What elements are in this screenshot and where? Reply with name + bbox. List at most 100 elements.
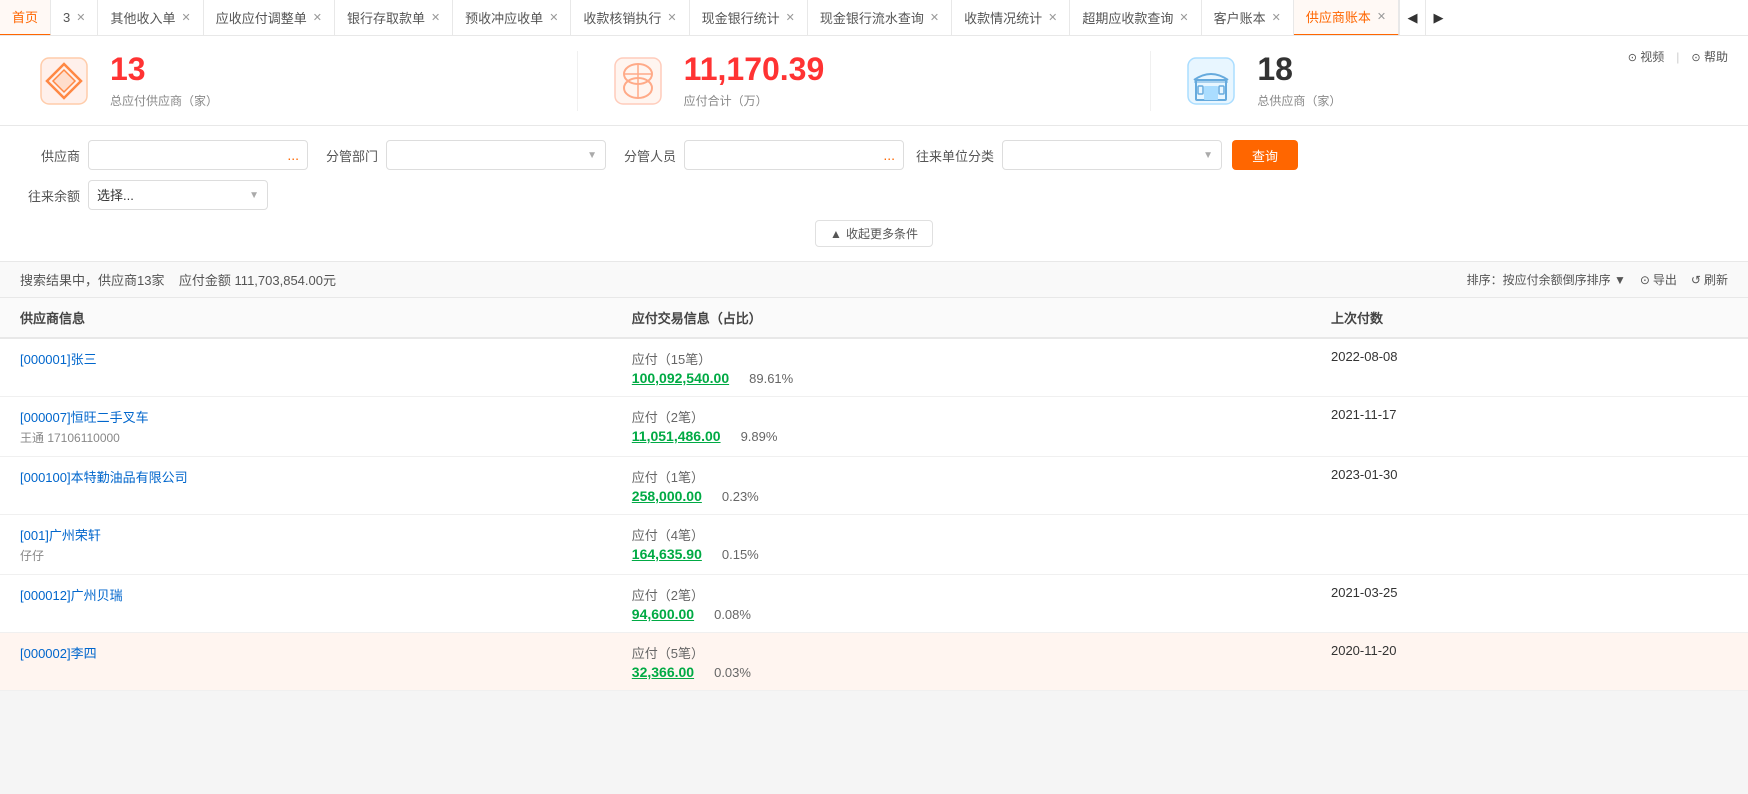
category-select-wrapper[interactable]: ▼ [1002,140,1222,170]
nav-tab-payable-adjust[interactable]: 应收应付调整单 ✕ [204,0,335,36]
nav-tab-payable-adjust-close[interactable]: ✕ [313,11,322,24]
supplier-link[interactable]: [001]广州荣轩 [20,528,101,543]
nav-tab-home-label: 首页 [12,7,38,26]
last-pay-date: 2021-03-25 [1331,585,1398,600]
video-link[interactable]: ⊙ 视频 [1628,48,1665,65]
supplier-input[interactable] [97,148,287,163]
payable-amount[interactable]: 164,635.90 [632,546,702,562]
nav-tab-advance-offset[interactable]: 预收冲应收单 ✕ [453,0,571,36]
nav-arrow-left[interactable]: ◀ [1399,0,1425,36]
query-button[interactable]: 查询 [1232,140,1298,170]
person-filter-label: 分管人员 [616,146,676,165]
nav-tab-collection-exec-label: 收款核销执行 [583,8,661,27]
nav-tab-cash-bank-flow-close[interactable]: ✕ [930,11,939,24]
supplier-link[interactable]: [000012]广州贝瑞 [20,588,123,603]
total-suppliers-label: 总供应商（家） [1257,92,1341,109]
nav-tab-bank-deposit-close[interactable]: ✕ [431,11,440,24]
supplier-filter-label: 供应商 [20,146,80,165]
nav-tab-cash-bank-stat-close[interactable]: ✕ [786,11,795,24]
nav-tab-collection-stat[interactable]: 收款情况统计 ✕ [952,0,1070,36]
category-select[interactable] [1011,148,1199,163]
sort-label: 排序：按应付余额倒序排序 ▼ [1467,271,1626,288]
table-row: [001]广州荣轩仔仔 应付（4笔） 164,635.90 0.15% [0,515,1748,575]
dept-select[interactable] [395,148,583,163]
balance-select-wrapper[interactable]: 选择... ▼ [88,180,268,210]
dept-dropdown-icon: ▼ [587,150,597,161]
summary-item-payable-suppliers: 13 总应付供应商（家） [24,51,578,111]
nav-tab-customer-account-close[interactable]: ✕ [1272,11,1281,24]
nav-tab-3-close[interactable]: ✕ [76,11,85,24]
sort-dropdown-icon[interactable]: ▼ [1614,273,1626,287]
supplier-input-wrapper[interactable]: ... [88,140,308,170]
summary-content-payable-total: 11,170.39 应付合计（万） [684,52,825,108]
nav-tab-customer-account[interactable]: 客户账本 ✕ [1202,0,1294,36]
nav-tab-3-label: 3 [63,10,70,25]
result-actions: 排序：按应付余额倒序排序 ▼ ⊙ 导出 ↺ 刷新 [1467,271,1728,288]
collapse-button[interactable]: ▲ 收起更多条件 [815,220,933,247]
payable-percent: 9.89% [741,429,778,444]
links-divider: | [1676,50,1679,64]
balance-dropdown-icon: ▼ [249,190,259,201]
nav-tab-overdue-query-close[interactable]: ✕ [1179,11,1188,24]
payable-amount[interactable]: 94,600.00 [632,606,694,622]
result-amount-text: 应付金额 111,703,854.00元 [179,273,336,288]
summary-content-payable-suppliers: 13 总应付供应商（家） [110,52,218,108]
balance-filter-label: 往来余额 [20,186,80,205]
nav-tab-other-income[interactable]: 其他收入单 ✕ [98,0,203,36]
nav-tab-payable-adjust-label: 应收应付调整单 [216,8,307,27]
help-link[interactable]: ⊙ 帮助 [1691,48,1728,65]
supplier-dots[interactable]: ... [287,147,299,163]
nav-tab-collection-exec[interactable]: 收款核销执行 ✕ [571,0,689,36]
payable-percent: 0.08% [714,607,751,622]
nav-tab-supplier-account-close[interactable]: ✕ [1377,10,1386,23]
summary-item-payable-total: 11,170.39 应付合计（万） [578,51,1152,111]
nav-tab-bank-deposit[interactable]: 银行存取款单 ✕ [335,0,453,36]
payable-amount[interactable]: 258,000.00 [632,488,702,504]
category-filter-group: 往来单位分类 ▼ [914,140,1222,170]
col-header-supplier-info: 供应商信息 [0,298,612,338]
nav-tab-overdue-query[interactable]: 超期应收款查询 ✕ [1070,0,1201,36]
payable-label: 应付（2笔） [632,585,1291,604]
export-button[interactable]: ⊙ 导出 [1640,271,1677,288]
nav-tab-advance-offset-close[interactable]: ✕ [549,11,558,24]
person-input[interactable] [693,148,883,163]
dept-select-wrapper[interactable]: ▼ [386,140,606,170]
rice-icon [608,51,668,111]
col-header-payable-info: 应付交易信息（占比） [612,298,1311,338]
table-row: [000007]恒旺二手叉车王通 17106110000 应付（2笔） 11,0… [0,397,1748,457]
nav-tab-overdue-query-label: 超期应收款查询 [1082,8,1173,27]
nav-tab-customer-account-label: 客户账本 [1214,8,1266,27]
person-dots[interactable]: ... [883,147,895,163]
nav-tab-cash-bank-stat[interactable]: 现金银行统计 ✕ [690,0,808,36]
collapse-icon: ▲ [830,227,842,241]
nav-tab-3[interactable]: 3 ✕ [51,0,98,36]
payable-amount[interactable]: 100,092,540.00 [632,370,729,386]
payable-amount[interactable]: 32,366.00 [632,664,694,680]
nav-tab-collection-stat-close[interactable]: ✕ [1048,11,1057,24]
person-input-wrapper[interactable]: ... [684,140,904,170]
supplier-link[interactable]: [000001]张三 [20,352,97,367]
filter-row-1: 供应商 ... 分管部门 ▼ 分管人员 ... [20,140,1728,170]
last-pay-date: 2022-08-08 [1331,349,1398,364]
balance-select[interactable]: 选择... [97,188,245,203]
nav-tab-cash-bank-flow[interactable]: 现金银行流水查询 ✕ [808,0,952,36]
nav-tab-collection-exec-close[interactable]: ✕ [667,11,676,24]
nav-tab-supplier-account[interactable]: 供应商账本 ✕ [1294,0,1399,36]
payable-label: 应付（2笔） [632,407,1291,426]
last-pay-date: 2023-01-30 [1331,467,1398,482]
diamond-icon [34,51,94,111]
supplier-link[interactable]: [000002]李四 [20,646,97,661]
supplier-link[interactable]: [000100]本特勤油品有限公司 [20,470,188,485]
dept-filter-label: 分管部门 [318,146,378,165]
nav-arrow-right[interactable]: ▶ [1425,0,1451,36]
payable-amount[interactable]: 11,051,486.00 [632,428,721,444]
nav-tab-other-income-close[interactable]: ✕ [181,11,190,24]
supplier-link[interactable]: [000007]恒旺二手叉车 [20,410,149,425]
nav-tab-collection-stat-label: 收款情况统计 [964,8,1042,27]
refresh-button[interactable]: ↺ 刷新 [1691,271,1728,288]
payable-label: 应付（15笔） [632,349,1291,368]
nav-tab-cash-bank-stat-label: 现金银行统计 [702,8,780,27]
last-pay-date: 2020-11-20 [1331,643,1397,658]
nav-tab-home[interactable]: 首页 [0,0,51,36]
nav-tab-bank-deposit-label: 银行存取款单 [347,8,425,27]
